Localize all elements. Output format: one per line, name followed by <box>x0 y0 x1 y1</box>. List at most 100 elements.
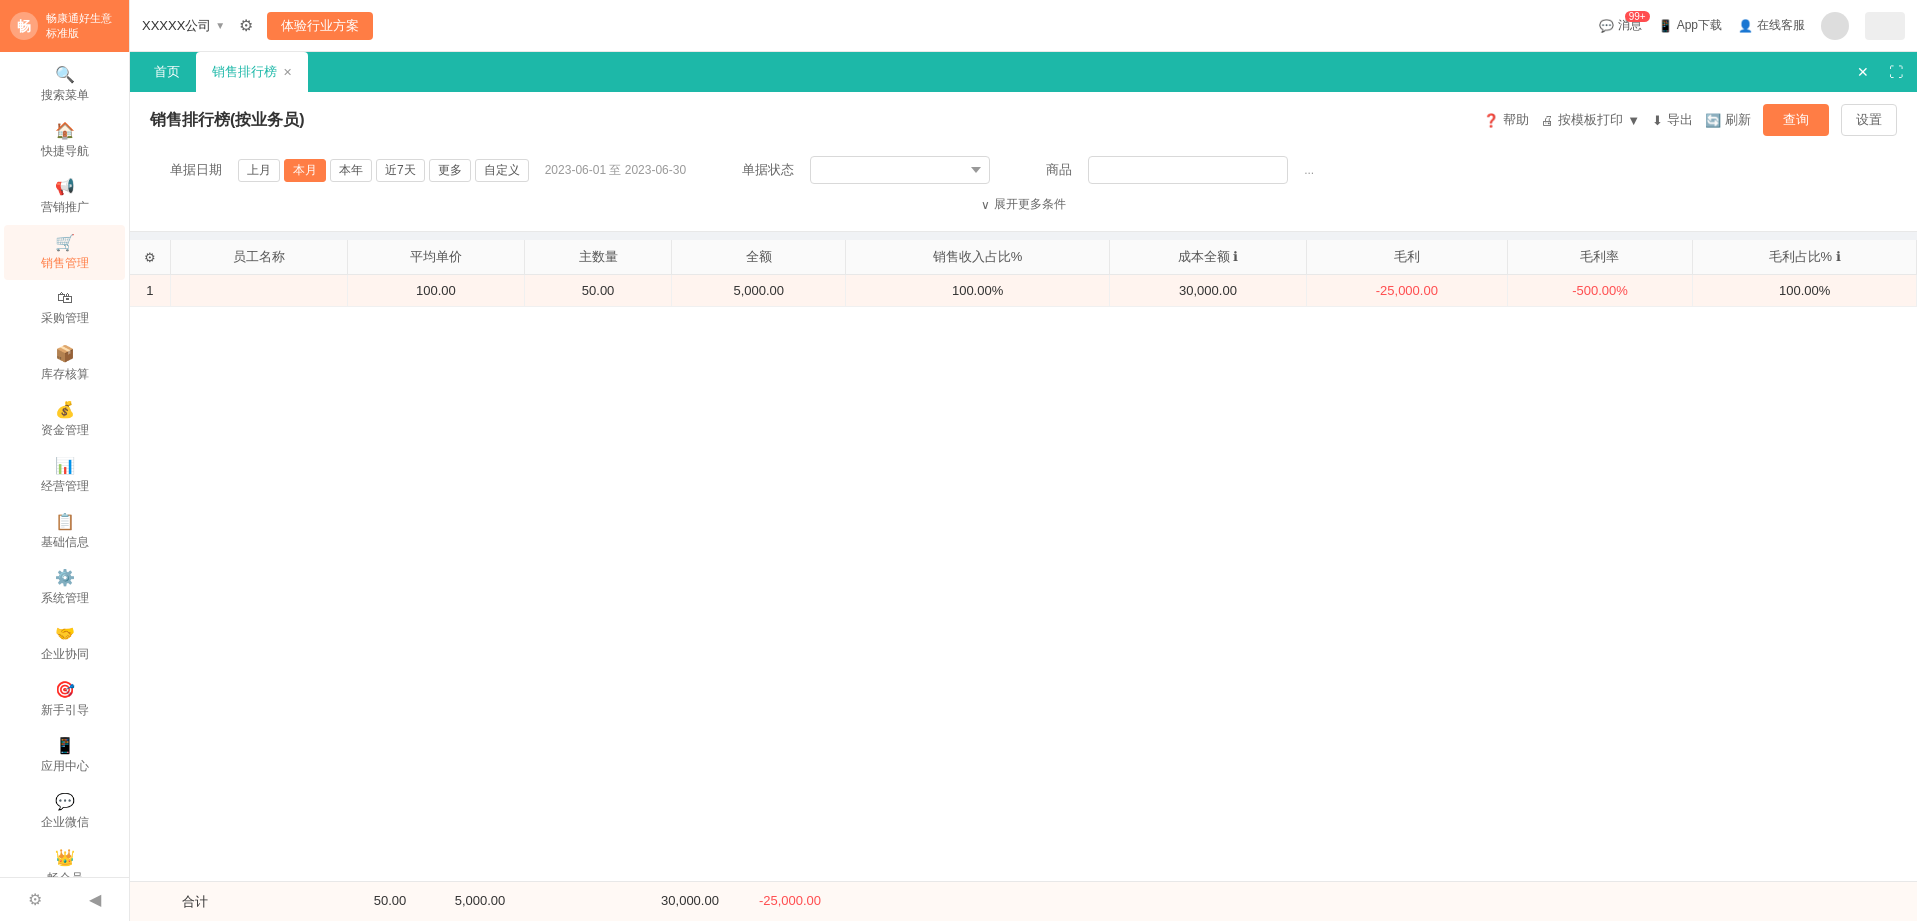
newbie-label: 新手引导 <box>41 702 89 719</box>
app-download-icon: 📱 <box>1658 19 1673 33</box>
th-cost: 成本全额 ℹ <box>1109 240 1306 275</box>
th-gross-rate: 毛利率 <box>1507 240 1693 275</box>
marketing-icon: 📢 <box>55 177 75 196</box>
message-badge: 99+ <box>1625 11 1650 22</box>
tab-expand-icon[interactable]: ⛶ <box>1883 62 1909 82</box>
sidebar-bottom: ⚙ ◀ <box>0 877 129 921</box>
footer-empty <box>130 893 170 911</box>
date-btn-this-month[interactable]: 本月 <box>284 159 326 182</box>
print-icon: 🖨 <box>1541 113 1554 128</box>
page-header: 销售排行榜(按业务员) ❓ 帮助 🖨 按模板打印 ▼ ⬇ 导出 <box>130 92 1917 232</box>
footer-amount: 5,000.00 <box>430 893 530 911</box>
th-amount: 全额 <box>672 240 846 275</box>
status-filter-select[interactable] <box>810 156 990 184</box>
export-label: 导出 <box>1667 111 1693 129</box>
basic-label: 基础信息 <box>41 534 89 551</box>
appCenter-icon: 📱 <box>55 736 75 755</box>
export-icon: ⬇ <box>1652 113 1663 128</box>
wechat-icon: 💬 <box>55 792 75 811</box>
table-row: 1100.0050.005,000.00100.00%30,000.00-25,… <box>130 275 1917 307</box>
date-btn-last-month[interactable]: 上月 <box>238 159 280 182</box>
page-title: 销售排行榜(按业务员) <box>150 110 305 131</box>
sidebar-item-sales[interactable]: 🛒销售管理 <box>4 225 125 280</box>
settings-button[interactable]: 设置 <box>1841 104 1897 136</box>
data-table: ⚙ 员工名称 平均单价 主数量 全额 销售收入占比% 成本全额 ℹ 毛利 毛利率… <box>130 240 1917 307</box>
vip-icon: 👑 <box>55 848 75 867</box>
sidebar-item-inventory[interactable]: 📦 库存核算 <box>4 336 125 391</box>
content-area: 销售排行榜(按业务员) ❓ 帮助 🖨 按模板打印 ▼ ⬇ 导出 <box>130 92 1917 921</box>
filter-area: 单据日期 上月 本月 本年 近7天 更多 自定义 2023-06-01 至 20… <box>150 146 1897 231</box>
app-download-action[interactable]: 📱 App下载 <box>1658 17 1722 34</box>
sidebar-logo: 畅 畅康通好生意 标准版 <box>0 0 129 52</box>
sidebar-item-appCenter[interactable]: 📱应用中心 <box>4 728 125 783</box>
print-button[interactable]: 🖨 按模板打印 ▼ <box>1541 111 1640 129</box>
footer-gross: -25,000.00 <box>740 893 840 911</box>
sidebar-item-search[interactable]: 🔍搜索菜单 <box>4 57 125 112</box>
th-sales-pct: 销售收入占比% <box>846 240 1110 275</box>
th-gross: 毛利 <box>1307 240 1508 275</box>
sidebar-item-vip[interactable]: 👑畅会员 <box>4 840 125 877</box>
basic-icon: 📋 <box>55 512 75 531</box>
date-btn-more[interactable]: 更多 <box>429 159 471 182</box>
wechat-label: 企业微信 <box>41 814 89 831</box>
help-label: 帮助 <box>1503 111 1529 129</box>
sidebar-item-wechat[interactable]: 💬 企业微信 <box>4 784 125 839</box>
sidebar-nav: 🔍搜索菜单🏠快捷导航 📢 营销推广 🛒销售管理🛍采购管理 📦 库存核算 💰资金管理📊经营管理… <box>0 52 129 877</box>
footer-gross-pct <box>920 893 1000 911</box>
sidebar-item-finance[interactable]: 💰资金管理 <box>4 392 125 447</box>
tab-home[interactable]: 首页 <box>138 52 196 92</box>
inventory-label: 库存核算 <box>41 366 89 383</box>
company-selector[interactable]: XXXXX公司 ▼ <box>142 17 225 35</box>
refresh-button[interactable]: 🔄 刷新 <box>1705 111 1751 129</box>
sidebar-item-basic[interactable]: 📋 基础信息 <box>4 504 125 559</box>
coop-label: 企业协同 <box>41 646 89 663</box>
sidebar-item-purchase[interactable]: 🛍采购管理 <box>4 281 125 335</box>
date-btn-custom[interactable]: 自定义 <box>475 159 529 182</box>
help-button[interactable]: ❓ 帮助 <box>1483 111 1529 129</box>
tab-close-window-icon[interactable]: ✕ <box>1851 62 1875 82</box>
goods-more-icon[interactable]: ... <box>1304 163 1314 177</box>
expand-more-label: 展开更多条件 <box>994 196 1066 213</box>
search-label: 搜索菜单 <box>41 87 89 104</box>
user-name-area[interactable] <box>1865 12 1905 40</box>
th-settings[interactable]: ⚙ <box>130 240 170 275</box>
tab-close-icon[interactable]: ✕ <box>283 66 292 79</box>
sidebar-item-system[interactable]: ⚙️系统管理 <box>4 560 125 615</box>
online-service-icon: 👤 <box>1738 19 1753 33</box>
date-btn-this-year[interactable]: 本年 <box>330 159 372 182</box>
sidebar-item-operation[interactable]: 📊经营管理 <box>4 448 125 503</box>
message-action[interactable]: 💬 消息 99+ <box>1599 17 1642 34</box>
sidebar-item-coop[interactable]: 🤝企业协同 <box>4 616 125 671</box>
collapse-icon[interactable]: ◀ <box>85 886 105 913</box>
refresh-label: 刷新 <box>1725 111 1751 129</box>
footer-gross-rate <box>840 893 920 911</box>
export-button[interactable]: ⬇ 导出 <box>1652 111 1693 129</box>
table-header-row: ⚙ 员工名称 平均单价 主数量 全额 销售收入占比% 成本全额 ℹ 毛利 毛利率… <box>130 240 1917 275</box>
settings-bottom-icon[interactable]: ⚙ <box>24 886 46 913</box>
company-name: XXXXX公司 <box>142 17 211 35</box>
expand-more-button[interactable]: ∨ 展开更多条件 <box>170 192 1877 221</box>
trial-button[interactable]: 体验行业方案 <box>267 12 373 40</box>
date-range-text: 2023-06-01 至 2023-06-30 <box>545 162 686 179</box>
online-service-action[interactable]: 👤 在线客服 <box>1738 17 1805 34</box>
sidebar-item-shortcut[interactable]: 🏠快捷导航 <box>4 113 125 168</box>
inventory-icon: 📦 <box>55 344 75 363</box>
main-area: XXXXX公司 ▼ ⚙ 体验行业方案 💬 消息 99+ 📱 App下载 👤 在线… <box>130 0 1917 921</box>
table-container: ⚙ 员工名称 平均单价 主数量 全额 销售收入占比% 成本全额 ℹ 毛利 毛利率… <box>130 240 1917 921</box>
marketing-label: 营销推广 <box>41 199 89 216</box>
date-btn-7days[interactable]: 近7天 <box>376 159 425 182</box>
page-actions: ❓ 帮助 🖨 按模板打印 ▼ ⬇ 导出 🔄 刷新 <box>1483 104 1897 136</box>
tab-sales-ranking[interactable]: 销售排行榜 ✕ <box>196 52 308 92</box>
goods-filter-input[interactable] <box>1088 156 1288 184</box>
user-avatar[interactable] <box>1821 12 1849 40</box>
tab-sales-ranking-label: 销售排行榜 <box>212 63 277 81</box>
topbar-gear-icon[interactable]: ⚙ <box>235 12 257 39</box>
system-label: 系统管理 <box>41 590 89 607</box>
operation-label: 经营管理 <box>41 478 89 495</box>
sidebar-item-marketing[interactable]: 📢 营销推广 <box>4 169 125 224</box>
logo-text: 畅康通好生意 标准版 <box>46 11 112 42</box>
th-name: 员工名称 <box>170 240 347 275</box>
message-icon: 💬 <box>1599 19 1614 33</box>
sidebar-item-newbie[interactable]: 🎯新手引导 <box>4 672 125 727</box>
query-button[interactable]: 查询 <box>1763 104 1829 136</box>
